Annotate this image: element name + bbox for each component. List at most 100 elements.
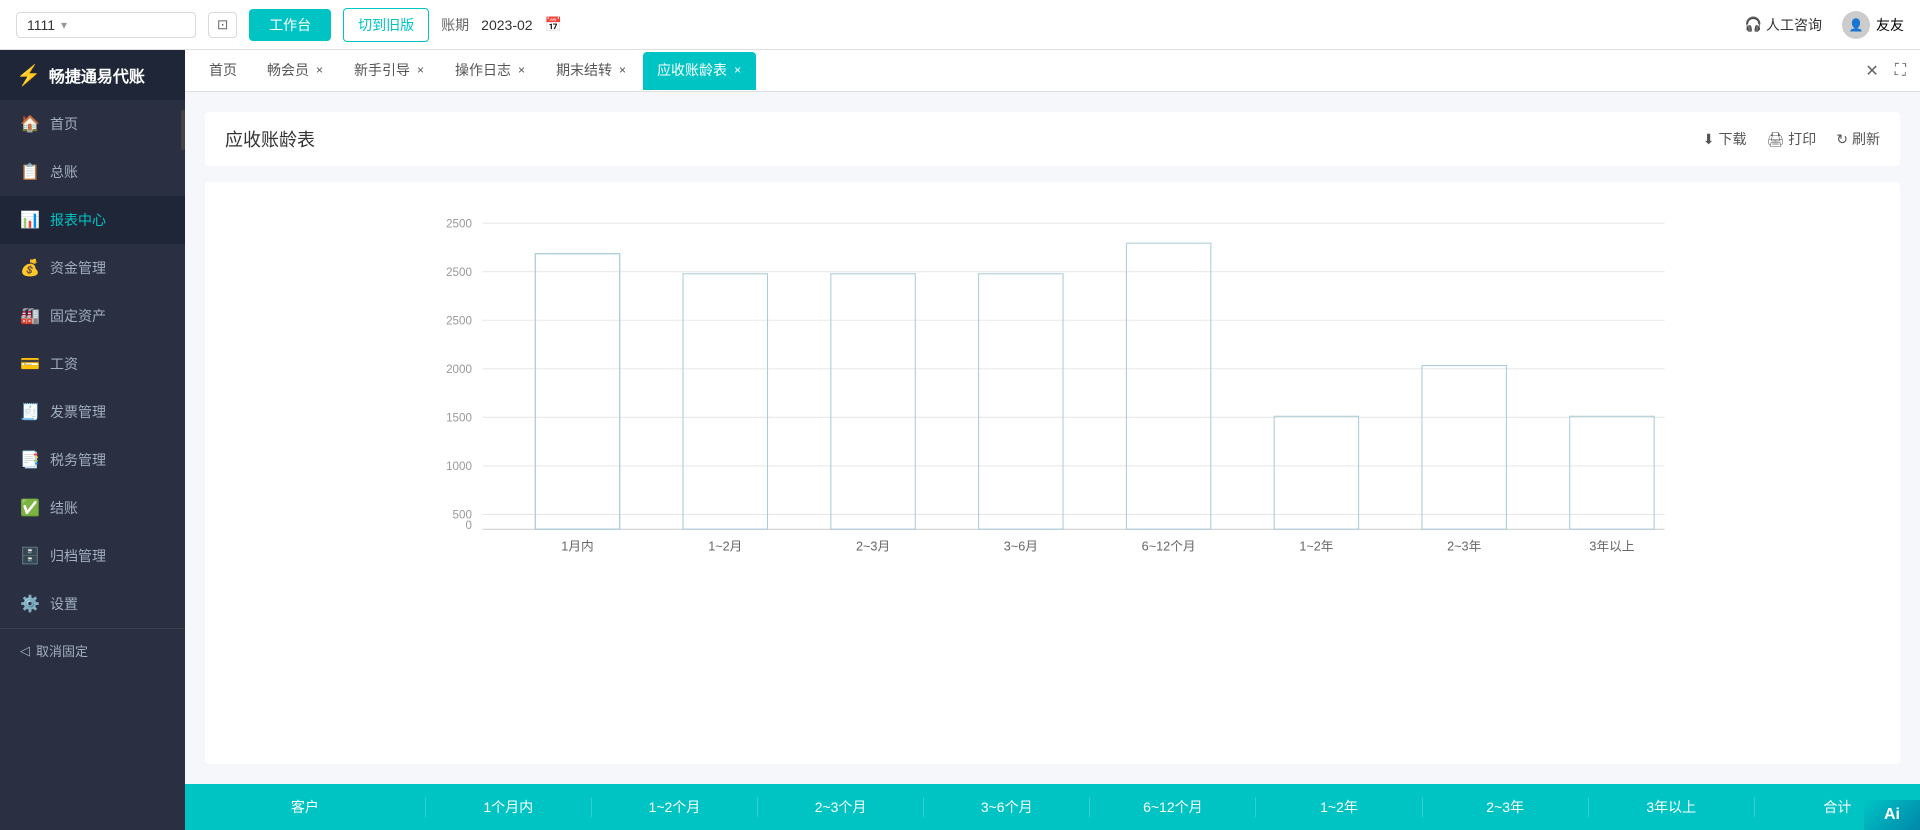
fund-icon: 💰 [20,258,40,278]
avatar: 👤 [1842,11,1870,39]
tab-close-all-button[interactable]: ✕ [1861,57,1882,85]
sidebar-item-fund[interactable]: 💰 资金管理 [0,244,185,292]
cancel-fixed-button[interactable]: ◁ 取消固定 [0,628,185,672]
tab-period-label: 期末结转 [556,60,612,80]
table-col-6-12m: 6~12个月 [1090,797,1256,817]
tab-bar-right: ✕ ⛶ [1861,57,1910,85]
tab-guide-close[interactable]: × [416,63,425,77]
header-right: 🎧 人工咨询 👤 友友 [1745,11,1904,39]
archive-icon: 🗄️ [20,546,40,566]
consult-button[interactable]: 🎧 人工咨询 [1745,15,1822,35]
tab-bar: 首页 畅会员 × 新手引导 × 操作日志 × 期末结转 × 应收账龄表 × [185,50,1920,92]
sidebar-label-ledger: 总账 [50,162,78,182]
tab-home[interactable]: 首页 [195,52,251,90]
tab-oplog-label: 操作日志 [455,60,511,80]
table-col-customer: 客户 [185,797,426,817]
refresh-icon: ↻ [1836,131,1848,148]
settings-icon: ⚙️ [20,594,40,614]
page-title-bar: 应收账龄表 ⬇ 下载 🖨 打印 ↻ 刷新 [205,112,1900,166]
svg-text:1000: 1000 [446,460,472,473]
table-col-1-2m: 1~2个月 [592,797,758,817]
tab-guide-label: 新手引导 [354,60,410,80]
sidebar-label-invoice: 发票管理 [50,402,106,422]
tab-oplog[interactable]: 操作日志 × [441,52,540,90]
sidebar-item-ledger[interactable]: 📋 总账 [0,148,185,196]
sidebar-item-tax[interactable]: 📑 税务管理 [0,436,185,484]
title-actions: ⬇ 下载 🖨 打印 ↻ 刷新 [1703,129,1880,149]
download-button[interactable]: ⬇ 下载 [1703,129,1747,149]
company-name: 1111 [27,17,55,33]
pin-icon: ◁ [20,643,30,659]
sidebar-item-settle[interactable]: ✅ 结账 [0,484,185,532]
tab-member-close[interactable]: × [315,63,324,77]
table-col-2-3m: 2~3个月 [758,797,924,817]
svg-text:6~12个月: 6~12个月 [1142,539,1196,553]
download-icon: ⬇ [1703,131,1715,148]
page-title: 应收账龄表 [225,126,315,152]
user-info[interactable]: 👤 友友 [1842,11,1904,39]
svg-text:2~3年: 2~3年 [1447,539,1481,553]
sidebar-item-salary[interactable]: 💳 工资 [0,340,185,388]
copy-icon: ⊡ [217,17,228,32]
svg-text:2500: 2500 [446,266,472,279]
tab-guide[interactable]: 新手引导 × [340,52,439,90]
tab-oplog-close[interactable]: × [517,63,526,77]
tab-period-close-btn[interactable]: × [618,63,627,77]
svg-text:1月内: 1月内 [561,539,593,553]
company-selector[interactable]: 1111 ▾ [16,12,196,38]
table-col-2-3y: 2~3年 [1423,797,1589,817]
copy-button[interactable]: ⊡ [208,12,237,38]
logo-text: 畅捷通易代账 [49,63,145,87]
refresh-label: 刷新 [1852,129,1880,149]
calendar-icon[interactable]: 📅 [545,16,562,33]
tab-aging-label: 应收账龄表 [657,60,727,80]
main-layout: ⚡ 畅捷通易代账 🏠 首页 📋 总账 📊 报表中心 💰 资金管理 🏭 固定资产 … [0,50,1920,830]
sidebar-label-salary: 工资 [50,354,78,374]
sidebar-item-home[interactable]: 🏠 首页 [0,100,185,148]
cancel-fixed-label: 取消固定 [36,641,88,660]
sidebar-item-invoice[interactable]: 🧾 发票管理 [0,388,185,436]
sidebar-item-settings[interactable]: ⚙️ 设置 [0,580,185,628]
table-header: 客户 1个月内 1~2个月 2~3个月 3~6个月 6~12个月 1~2年 2~… [185,784,1920,830]
svg-text:3年以上: 3年以上 [1589,539,1634,553]
tab-period-close[interactable]: 期末结转 × [542,52,641,90]
page-content: 应收账龄表 ⬇ 下载 🖨 打印 ↻ 刷新 [185,92,1920,784]
print-button[interactable]: 🖨 打印 [1766,129,1816,149]
svg-text:2500: 2500 [446,314,472,327]
tab-member-label: 畅会员 [267,60,309,80]
chart-area: 2500 2500 2500 2000 1500 1000 500 0 [205,182,1900,764]
report-icon: 📊 [20,210,40,230]
period-value: 2023-02 [481,17,532,33]
headset-icon: 🎧 [1745,16,1762,33]
svg-text:2500: 2500 [446,217,472,230]
sidebar-item-asset[interactable]: 🏭 固定资产 [0,292,185,340]
tab-expand-button[interactable]: ⛶ [1891,57,1910,85]
settle-icon: ✅ [20,498,40,518]
tab-member[interactable]: 畅会员 × [253,52,338,90]
tab-aging[interactable]: 应收账龄表 × [643,52,756,90]
period-label: 账期 [441,15,469,35]
download-label: 下载 [1718,129,1746,149]
tab-home-label: 首页 [209,60,237,80]
workbench-button[interactable]: 工作台 [249,9,331,41]
table-col-3yplus: 3年以上 [1589,797,1755,817]
svg-text:1~2年: 1~2年 [1299,539,1333,553]
salary-icon: 💳 [20,354,40,374]
sidebar-label-archive: 归档管理 [50,546,106,566]
switch-version-button[interactable]: 切到旧版 [343,8,429,42]
sidebar-label-settle: 结账 [50,498,78,518]
ai-badge[interactable]: Ai [1864,800,1920,830]
aging-chart: 2500 2500 2500 2000 1500 1000 500 0 [225,202,1880,582]
sidebar-label-fund: 资金管理 [50,258,106,278]
consult-label: 人工咨询 [1766,15,1822,35]
sidebar-item-report[interactable]: 📊 报表中心 [0,196,185,244]
sidebar-label-tax: 税务管理 [50,450,106,470]
logo-area: ⚡ 畅捷通易代账 [0,50,185,100]
print-icon: 🖨 [1766,131,1784,148]
sidebar-label-settings: 设置 [50,594,78,614]
sidebar: ⚡ 畅捷通易代账 🏠 首页 📋 总账 📊 报表中心 💰 资金管理 🏭 固定资产 … [0,50,185,830]
refresh-button[interactable]: ↻ 刷新 [1836,129,1880,149]
sidebar-item-archive[interactable]: 🗄️ 归档管理 [0,532,185,580]
tab-aging-close[interactable]: × [733,63,742,77]
svg-text:2~3月: 2~3月 [856,539,890,553]
